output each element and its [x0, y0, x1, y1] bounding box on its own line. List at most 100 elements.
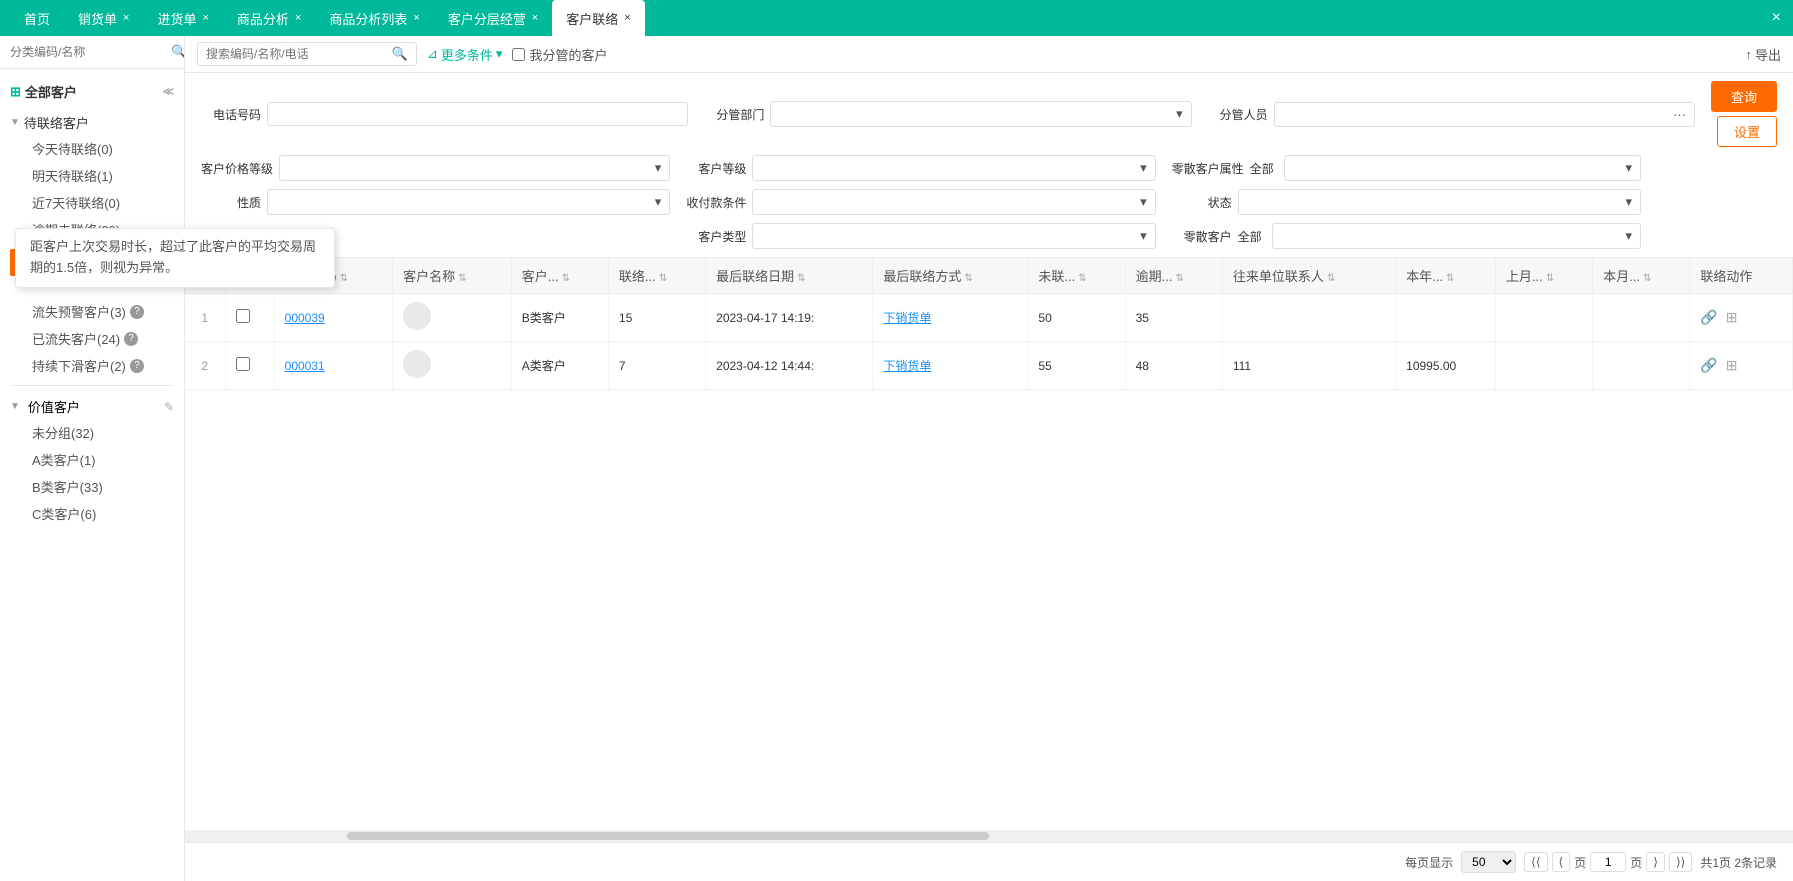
sort-last-method[interactable]: ⇅	[964, 273, 972, 284]
search-input[interactable]	[206, 47, 388, 61]
pending-section-header[interactable]: ▼ 待联络客户	[10, 110, 174, 135]
horizontal-scrollbar[interactable]	[185, 830, 1793, 842]
total-label: 共1页 2条记录	[1700, 854, 1777, 871]
nav-tab-home[interactable]: 首页	[10, 0, 64, 36]
query-button[interactable]: 查询	[1711, 81, 1777, 112]
close-analysis-list-tab[interactable]: ×	[413, 12, 419, 24]
sidebar-search-input[interactable]	[10, 45, 165, 59]
table-wrap: ⚙ 客户编码⇅ 客户名称⇅ 客户...⇅ 联络...⇅ 最后联络日期⇅ 最后联络…	[185, 258, 1793, 830]
close-customer-tier-tab[interactable]: ×	[532, 12, 538, 24]
sort-this-month[interactable]: ⇅	[1643, 273, 1651, 284]
th-contact-count: 联络...⇅	[608, 258, 705, 294]
nav-tab-sales[interactable]: 销货单 ×	[64, 0, 143, 36]
sidebar-item-today[interactable]: 今天待联络(0)	[10, 135, 174, 162]
sidebar-item-tomorrow[interactable]: 明天待联络(1)	[10, 162, 174, 189]
th-last-method: 最后联络方式⇅	[873, 258, 1028, 294]
select-payment[interactable]: ▾	[752, 189, 1155, 215]
label-price-grade: 客户价格等级	[201, 160, 273, 177]
nav-tab-analysis-list[interactable]: 商品分析列表 ×	[315, 0, 433, 36]
tree-root-all-customers[interactable]: ⊞ 全部客户 ≪	[0, 77, 184, 106]
sidebar-item-declining[interactable]: 持续下滑客户(2) ?	[10, 352, 174, 379]
row1-link-icon[interactable]: 🔗	[1700, 309, 1717, 326]
select-price-grade[interactable]: ▾	[279, 155, 670, 181]
select-dept[interactable]: ▾	[770, 101, 1191, 127]
chevron-nature: ▾	[655, 194, 662, 210]
filter-item-payment: 收付款条件 ▾	[686, 189, 1155, 215]
row2-action-icons: 🔗 ⊞	[1700, 357, 1782, 374]
sidebar-item-churn-warning[interactable]: 流失预警客户(3) ?	[10, 298, 174, 325]
my-customer-check[interactable]	[512, 48, 525, 61]
sidebar-item-class-c[interactable]: C类客户(6)	[10, 500, 174, 527]
chevron-customer-type: ▾	[1140, 228, 1147, 244]
sort-overdue[interactable]: ⇅	[1175, 273, 1183, 284]
row2-link-icon[interactable]: 🔗	[1700, 357, 1717, 374]
select-manager[interactable]: ···	[1274, 102, 1695, 127]
sidebar-item-class-a[interactable]: A类客户(1)	[10, 446, 174, 473]
sidebar-item-7days[interactable]: 近7天待联络(0)	[10, 189, 174, 216]
close-all-tabs[interactable]: ×	[1772, 9, 1781, 27]
input-phone[interactable]	[267, 102, 688, 126]
row1-type: B类客户	[511, 294, 608, 342]
row1-grid-icon[interactable]: ⊞	[1726, 309, 1738, 326]
per-page-select[interactable]: 50 20 100	[1461, 851, 1516, 873]
sidebar-item-churned[interactable]: 已流失客户(24) ?	[10, 325, 174, 352]
more-conditions-btn[interactable]: ⊿ 更多条件 ▾	[427, 45, 502, 64]
row2-last-method[interactable]: 下销货单	[873, 342, 1028, 390]
first-page-btn[interactable]: ⟨⟨	[1524, 852, 1547, 872]
close-customer-contact-tab[interactable]: ×	[624, 12, 630, 24]
nav-tab-customer-contact[interactable]: 客户联络 ×	[552, 0, 644, 36]
select-retail-attr[interactable]: ▾	[1284, 155, 1641, 181]
export-btn[interactable]: ↑ 导出	[1745, 45, 1781, 64]
sort-contacts[interactable]: ⇅	[1327, 273, 1335, 284]
next-page-btn[interactable]: ⟩	[1646, 852, 1665, 872]
sort-contact[interactable]: ⇅	[659, 273, 667, 284]
sidebar-item-class-b[interactable]: B类客户(33)	[10, 473, 174, 500]
select-retail-customer[interactable]: ▾	[1272, 223, 1641, 249]
prev-page-btn[interactable]: ⟨	[1552, 852, 1571, 872]
row1-code[interactable]: 000039	[274, 294, 393, 342]
close-analysis-tab[interactable]: ×	[295, 12, 301, 24]
last-page-btn[interactable]: ⟩⟩	[1669, 852, 1692, 872]
page-prefix: 页	[1574, 854, 1586, 871]
sort-unlinked[interactable]: ⇅	[1078, 273, 1086, 284]
sort-name[interactable]: ⇅	[458, 273, 466, 284]
sort-code[interactable]: ⇅	[340, 273, 348, 284]
search-icon[interactable]: 🔍	[392, 46, 408, 62]
settings-button[interactable]: 设置	[1717, 116, 1777, 147]
sort-last-month[interactable]: ⇅	[1546, 273, 1554, 284]
sort-last-date[interactable]: ⇅	[797, 273, 805, 284]
main-layout: 🔍 ⊞ 全部客户 ≪ ▼ 待联络客户 今天待联络(0) 明天待联络(1) 近7天…	[0, 36, 1793, 881]
select-nature[interactable]: ▾	[267, 189, 670, 215]
sidebar-search-icon[interactable]: 🔍	[171, 44, 185, 60]
row1-check[interactable]	[236, 309, 250, 323]
filter-item-status: 状态 ▾	[1172, 189, 1641, 215]
sort-this-year[interactable]: ⇅	[1446, 273, 1454, 284]
row1-contacts	[1222, 294, 1395, 342]
edit-section-icon[interactable]: ✎	[164, 400, 174, 414]
tree-arrow-pending: ▼	[10, 117, 20, 128]
collapse-sidebar-icon[interactable]: ≪	[162, 85, 174, 98]
label-manager: 分管人员	[1208, 106, 1268, 123]
row1-last-method[interactable]: 下销货单	[873, 294, 1028, 342]
my-customer-checkbox[interactable]: 我分管的客户	[512, 45, 607, 64]
filter-item-customer-type: 客户类型 ▾	[686, 223, 1155, 249]
close-sales-tab[interactable]: ×	[123, 12, 129, 24]
nav-tab-customer-tier[interactable]: 客户分层经营 ×	[434, 0, 552, 36]
row1-action-icons: 🔗 ⊞	[1700, 309, 1782, 326]
value-section-header[interactable]: ▼ 价值客户 ✎	[10, 394, 174, 419]
row2-grid-icon[interactable]: ⊞	[1726, 357, 1738, 374]
select-customer-type[interactable]: ▾	[752, 223, 1155, 249]
select-status[interactable]: ▾	[1238, 189, 1641, 215]
chevron-price-grade: ▾	[655, 160, 662, 176]
row2-check[interactable]	[236, 357, 250, 371]
select-customer-grade[interactable]: ▾	[752, 155, 1155, 181]
row2-code[interactable]: 000031	[274, 342, 393, 390]
row1-overdue: 35	[1125, 294, 1222, 342]
page-input[interactable]	[1590, 852, 1626, 872]
nav-tab-purchase[interactable]: 进货单 ×	[143, 0, 222, 36]
sort-type[interactable]: ⇅	[562, 273, 570, 284]
sidebar-item-ungrouped[interactable]: 未分组(32)	[10, 419, 174, 446]
scroll-thumb[interactable]	[347, 832, 989, 840]
nav-tab-analysis[interactable]: 商品分析 ×	[223, 0, 315, 36]
close-purchase-tab[interactable]: ×	[202, 12, 208, 24]
